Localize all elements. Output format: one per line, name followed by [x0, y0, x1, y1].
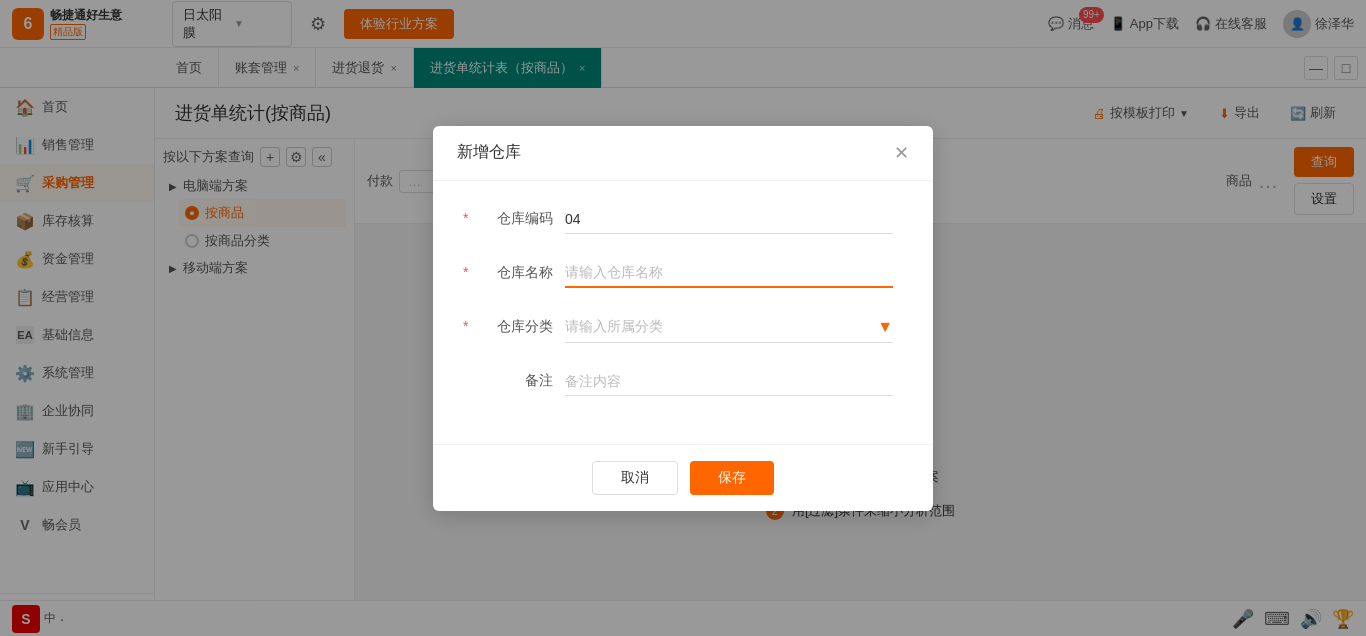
modal-footer: 取消 保存	[433, 444, 933, 511]
category-label: 仓库分类	[473, 318, 553, 336]
form-row-remark: 备注	[473, 367, 893, 396]
form-row-category: 仓库分类 请输入所属分类 ▼	[473, 312, 893, 343]
code-input[interactable]	[565, 205, 893, 234]
form-row-name: 仓库名称	[473, 258, 893, 288]
modal-body: 仓库编码 仓库名称 仓库分类 请输入所属分类 ▼ 备注	[433, 181, 933, 444]
add-warehouse-modal: 新增仓库 ✕ 仓库编码 仓库名称 仓库分类 请输入所属分类 ▼	[433, 126, 933, 511]
category-chevron-icon: ▼	[877, 318, 893, 336]
remark-label: 备注	[473, 372, 553, 390]
code-label: 仓库编码	[473, 210, 553, 228]
modal-overlay: 新增仓库 ✕ 仓库编码 仓库名称 仓库分类 请输入所属分类 ▼	[0, 0, 1366, 636]
modal-header: 新增仓库 ✕	[433, 126, 933, 181]
modal-close-button[interactable]: ✕	[894, 142, 909, 164]
name-input[interactable]	[565, 258, 893, 288]
save-button[interactable]: 保存	[690, 461, 774, 495]
name-label: 仓库名称	[473, 264, 553, 282]
category-placeholder: 请输入所属分类	[565, 318, 663, 336]
category-select[interactable]: 请输入所属分类 ▼	[565, 312, 893, 343]
modal-title: 新增仓库	[457, 142, 521, 163]
form-row-code: 仓库编码	[473, 205, 893, 234]
cancel-button[interactable]: 取消	[592, 461, 678, 495]
remark-input[interactable]	[565, 367, 893, 396]
